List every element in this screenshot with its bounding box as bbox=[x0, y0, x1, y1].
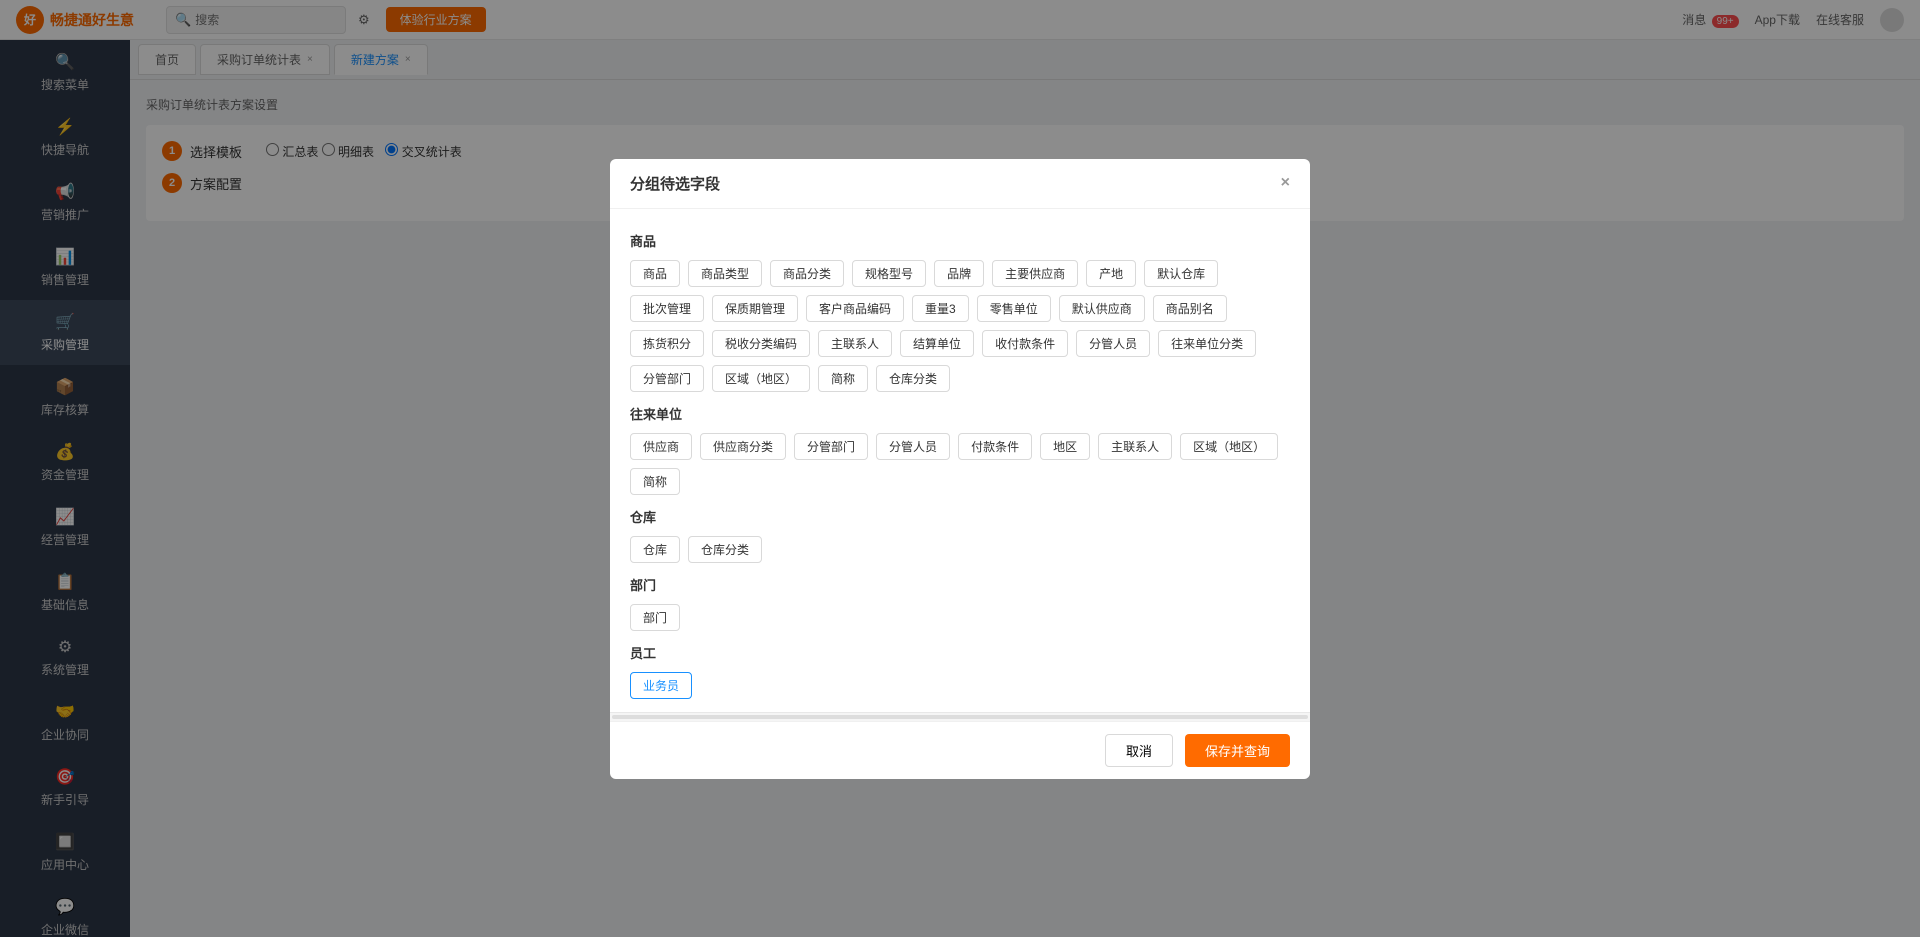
field-dept[interactable]: 部门 bbox=[630, 604, 680, 631]
field-payment-cond[interactable]: 付款条件 bbox=[958, 433, 1032, 460]
modal-scroll-h[interactable] bbox=[610, 712, 1310, 720]
modal-overlay: 分组待选字段 × 商品 商品 商品类型 商品分类 规格型号 品牌 主要供应商 产… bbox=[0, 0, 1920, 937]
field-group-goods: 商品 商品类型 商品分类 规格型号 品牌 主要供应商 产地 默认仓库 批次管理 … bbox=[630, 260, 1290, 392]
field-salesman[interactable]: 业务员 bbox=[630, 672, 692, 699]
modal-footer: 取消 保存并查询 bbox=[610, 721, 1310, 779]
section-title-warehouse: 仓库 bbox=[630, 507, 1290, 526]
field-counterpart-cat[interactable]: 往来单位分类 bbox=[1158, 330, 1256, 357]
field-supplier[interactable]: 供应商 bbox=[630, 433, 692, 460]
field-default-warehouse[interactable]: 默认仓库 bbox=[1144, 260, 1218, 287]
cancel-button[interactable]: 取消 bbox=[1105, 734, 1173, 767]
field-group-employee: 业务员 bbox=[630, 672, 1290, 699]
modal-body[interactable]: 商品 商品 商品类型 商品分类 规格型号 品牌 主要供应商 产地 默认仓库 批次… bbox=[610, 209, 1310, 713]
field-goods-alias[interactable]: 商品别名 bbox=[1153, 295, 1227, 322]
field-region-goods[interactable]: 区域（地区） bbox=[712, 365, 810, 392]
field-warehouse-cat-goods[interactable]: 仓库分类 bbox=[876, 365, 950, 392]
field-group-counterpart: 供应商 供应商分类 分管部门 分管人员 付款条件 地区 主联系人 区域（地区） … bbox=[630, 433, 1290, 495]
modal-title: 分组待选字段 bbox=[630, 173, 720, 194]
field-warehouse[interactable]: 仓库 bbox=[630, 536, 680, 563]
field-supplier-cat[interactable]: 供应商分类 bbox=[700, 433, 786, 460]
field-goods-category[interactable]: 商品分类 bbox=[770, 260, 844, 287]
field-brand[interactable]: 品牌 bbox=[934, 260, 984, 287]
section-title-goods: 商品 bbox=[630, 231, 1290, 250]
field-tax-code[interactable]: 税收分类编码 bbox=[712, 330, 810, 357]
field-weight3[interactable]: 重量3 bbox=[912, 295, 969, 322]
field-goods-type[interactable]: 商品类型 bbox=[688, 260, 762, 287]
field-area-counterpart[interactable]: 区域（地区） bbox=[1180, 433, 1278, 460]
field-dept-goods[interactable]: 分管部门 bbox=[630, 365, 704, 392]
section-title-dept: 部门 bbox=[630, 575, 1290, 594]
field-goods[interactable]: 商品 bbox=[630, 260, 680, 287]
field-region-counterpart[interactable]: 地区 bbox=[1040, 433, 1090, 460]
field-dept-counterpart[interactable]: 分管部门 bbox=[794, 433, 868, 460]
field-settle-unit[interactable]: 结算单位 bbox=[900, 330, 974, 357]
field-main-contact-counterpart[interactable]: 主联系人 bbox=[1098, 433, 1172, 460]
modal-close-icon[interactable]: × bbox=[1281, 174, 1290, 192]
field-batch-mgmt[interactable]: 批次管理 bbox=[630, 295, 704, 322]
field-group-dept: 部门 bbox=[630, 604, 1290, 631]
section-title-counterpart: 往来单位 bbox=[630, 404, 1290, 423]
field-group-warehouse: 仓库 仓库分类 bbox=[630, 536, 1290, 563]
field-payment-terms[interactable]: 收付款条件 bbox=[982, 330, 1068, 357]
field-origin[interactable]: 产地 bbox=[1086, 260, 1136, 287]
modal-field-select: 分组待选字段 × 商品 商品 商品类型 商品分类 规格型号 品牌 主要供应商 产… bbox=[610, 159, 1310, 779]
field-main-supplier[interactable]: 主要供应商 bbox=[992, 260, 1078, 287]
field-pick-score[interactable]: 拣货积分 bbox=[630, 330, 704, 357]
field-warehouse-category[interactable]: 仓库分类 bbox=[688, 536, 762, 563]
field-abbr-counterpart[interactable]: 简称 bbox=[630, 468, 680, 495]
field-customer-code[interactable]: 客户商品编码 bbox=[806, 295, 904, 322]
section-title-employee: 员工 bbox=[630, 643, 1290, 662]
field-abbr-goods[interactable]: 简称 bbox=[818, 365, 868, 392]
save-query-button[interactable]: 保存并查询 bbox=[1185, 734, 1290, 767]
field-main-contact[interactable]: 主联系人 bbox=[818, 330, 892, 357]
modal-header: 分组待选字段 × bbox=[610, 159, 1310, 209]
field-manager-counterpart[interactable]: 分管人员 bbox=[876, 433, 950, 460]
field-spec-model[interactable]: 规格型号 bbox=[852, 260, 926, 287]
field-default-supplier[interactable]: 默认供应商 bbox=[1059, 295, 1145, 322]
field-manager-goods[interactable]: 分管人员 bbox=[1076, 330, 1150, 357]
field-retail-unit[interactable]: 零售单位 bbox=[977, 295, 1051, 322]
field-shelf-life[interactable]: 保质期管理 bbox=[712, 295, 798, 322]
